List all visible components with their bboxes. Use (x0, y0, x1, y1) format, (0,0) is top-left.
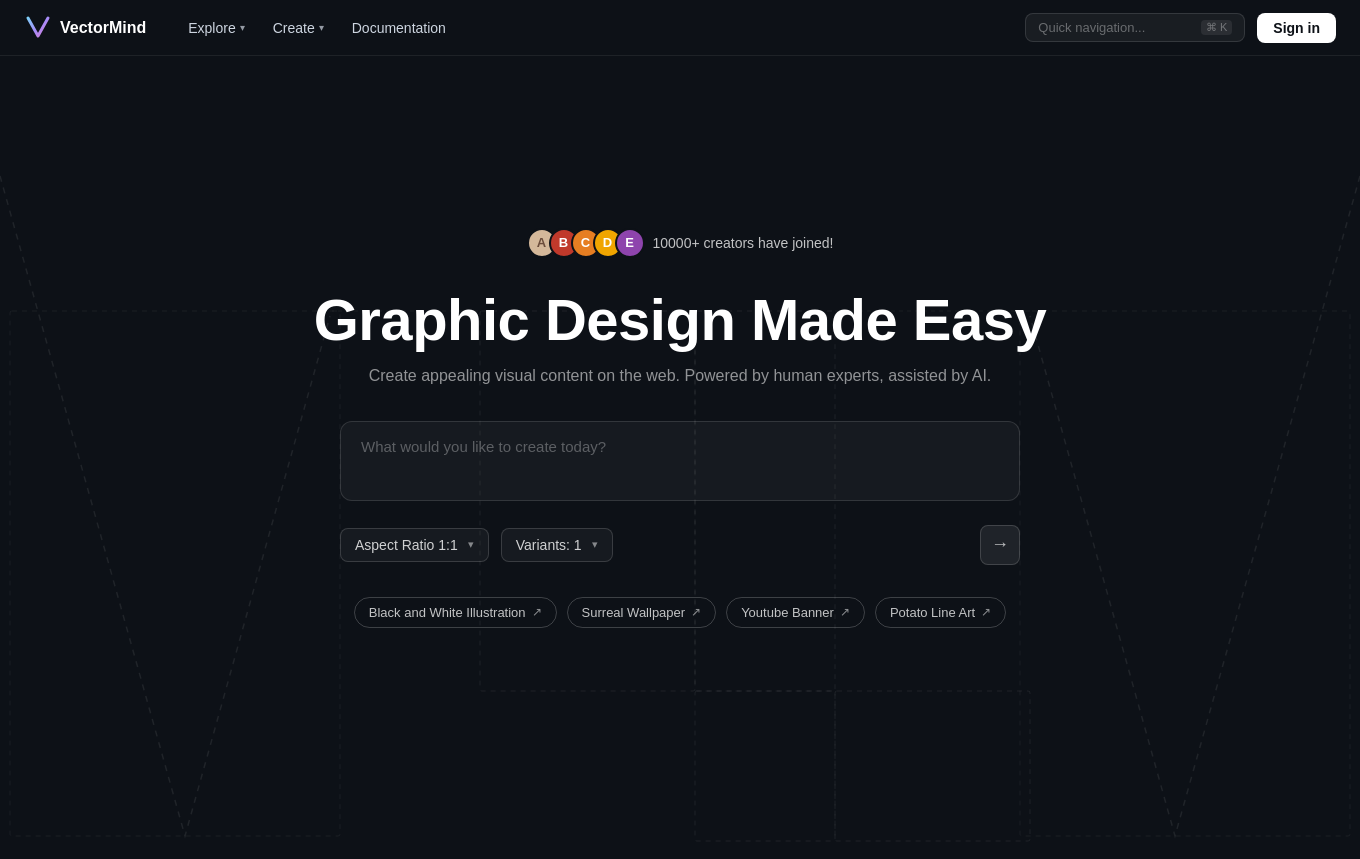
controls-row: Aspect Ratio 1:1 ▾ Variants: 1 ▾ → (340, 525, 1020, 565)
navbar-left: VectorMind Explore ▾ Create ▾ Documentat… (24, 14, 456, 42)
arrow-icon: ↗ (691, 605, 701, 619)
prompt-input-container[interactable] (340, 421, 1020, 501)
hero-title: Graphic Design Made Easy (314, 286, 1047, 353)
brand-icon (24, 14, 52, 42)
nav-create[interactable]: Create ▾ (263, 14, 334, 42)
prompt-input[interactable] (361, 438, 999, 472)
submit-button[interactable]: → (980, 525, 1020, 565)
search-placeholder-text: Quick navigation... (1038, 20, 1145, 35)
nav-documentation[interactable]: Documentation (342, 14, 456, 42)
quick-navigation-search[interactable]: Quick navigation... ⌘ K (1025, 13, 1245, 42)
suggestion-youtube-banner[interactable]: Youtube Banner ↗ (726, 597, 865, 628)
navbar: VectorMind Explore ▾ Create ▾ Documentat… (0, 0, 1360, 56)
variants-dropdown[interactable]: Variants: 1 ▾ (501, 528, 613, 562)
avatar-group-images: A B C D E (527, 228, 645, 258)
arrow-icon: ↗ (532, 605, 542, 619)
suggestions-row: Black and White Illustration ↗ Surreal W… (354, 597, 1006, 628)
main-content: A B C D E 10000+ creators have joined! G… (0, 56, 1360, 859)
nav-links: Explore ▾ Create ▾ Documentation (178, 14, 456, 42)
arrow-icon: ↗ (981, 605, 991, 619)
suggestion-potato-line-art[interactable]: Potato Line Art ↗ (875, 597, 1006, 628)
search-shortcut-badge: ⌘ K (1201, 20, 1232, 35)
suggestion-black-white-illustration[interactable]: Black and White Illustration ↗ (354, 597, 557, 628)
aspect-ratio-chevron-icon: ▾ (468, 538, 474, 551)
create-chevron-icon: ▾ (319, 22, 324, 33)
creator-count-group: A B C D E 10000+ creators have joined! (527, 228, 834, 258)
hero-subtitle: Create appealing visual content on the w… (369, 367, 992, 385)
arrow-icon: ↗ (840, 605, 850, 619)
brand-logo-link[interactable]: VectorMind (24, 14, 146, 42)
creator-count-text: 10000+ creators have joined! (653, 235, 834, 251)
avatar: E (615, 228, 645, 258)
navbar-right: Quick navigation... ⌘ K Sign in (1025, 13, 1336, 43)
brand-name: VectorMind (60, 19, 146, 37)
aspect-ratio-label: Aspect Ratio 1:1 (355, 537, 458, 553)
sign-in-button[interactable]: Sign in (1257, 13, 1336, 43)
nav-explore[interactable]: Explore ▾ (178, 14, 254, 42)
aspect-ratio-dropdown[interactable]: Aspect Ratio 1:1 ▾ (340, 528, 489, 562)
suggestion-surreal-wallpaper[interactable]: Surreal Wallpaper ↗ (567, 597, 717, 628)
explore-chevron-icon: ▾ (240, 22, 245, 33)
variants-chevron-icon: ▾ (592, 538, 598, 551)
variants-label: Variants: 1 (516, 537, 582, 553)
arrow-right-icon: → (991, 534, 1009, 555)
